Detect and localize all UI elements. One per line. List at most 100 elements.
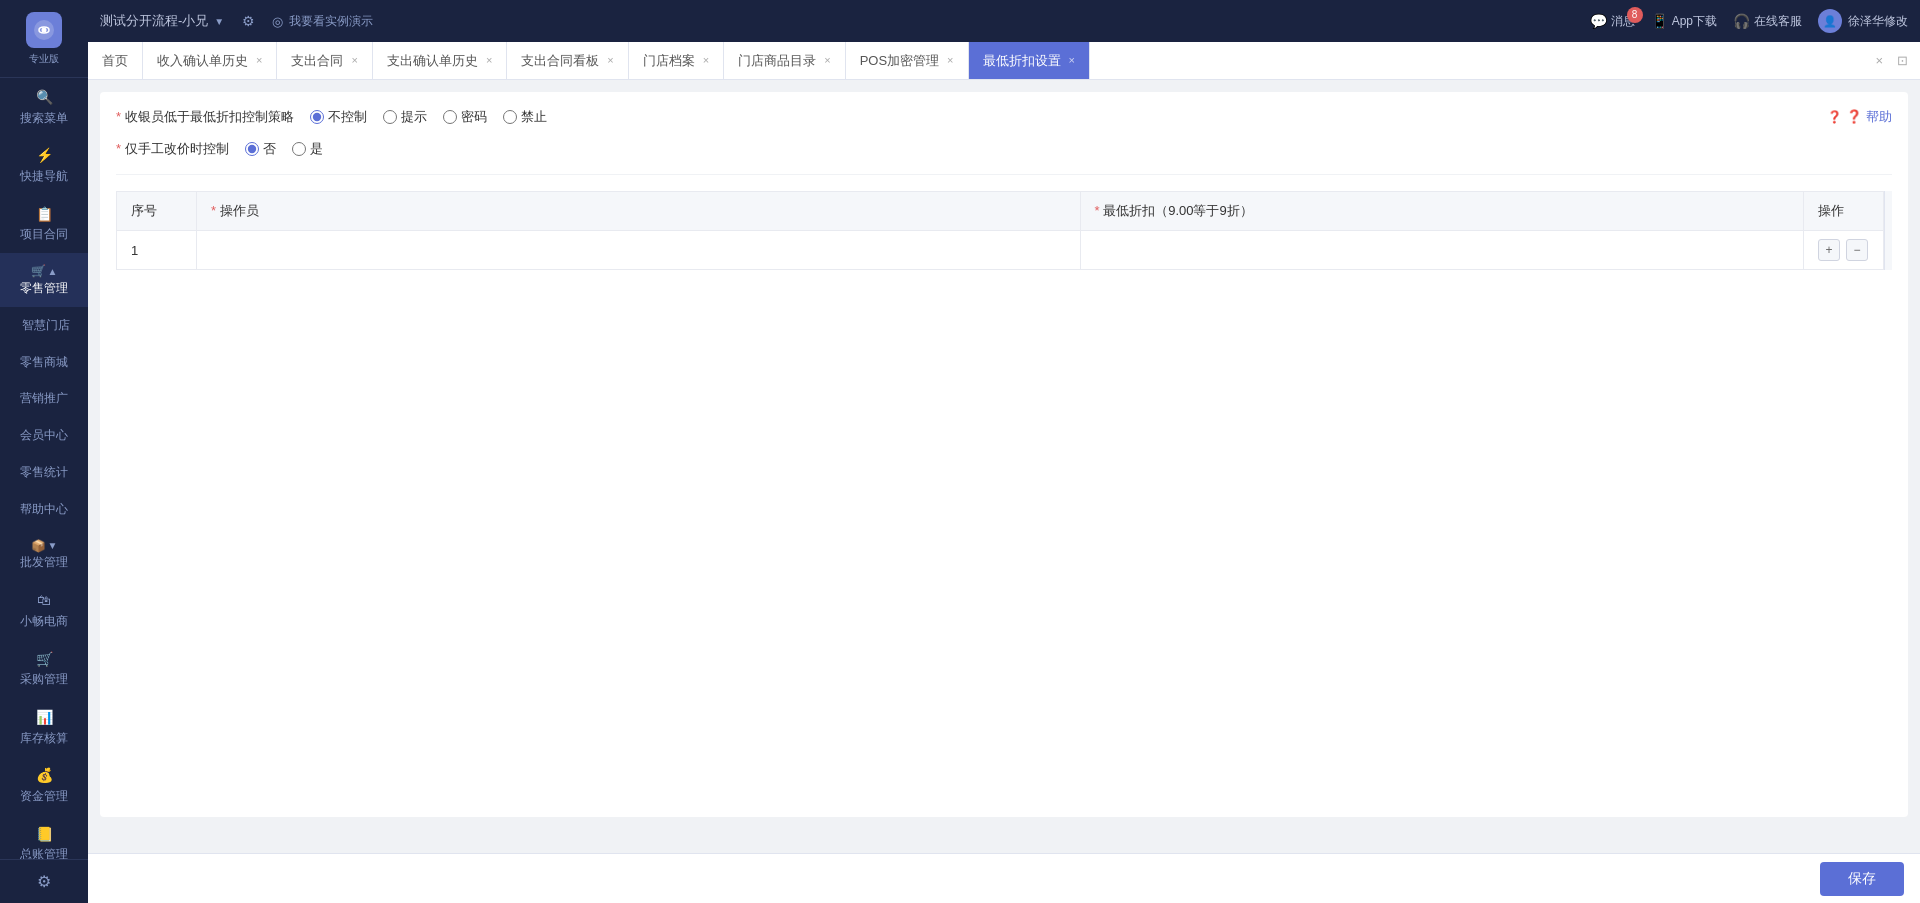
tab-payment-contract[interactable]: 支出合同 × (277, 42, 372, 79)
tab-close-icon[interactable]: × (607, 55, 613, 66)
sidebar-item-marketing[interactable]: 营销推广 (0, 380, 88, 417)
radio-tip[interactable] (383, 110, 397, 124)
table-container: 序号 操作员 * 最低折扣（9.00等于9折） 操作 (116, 191, 1892, 270)
gear-icon: ⚙ (242, 13, 255, 29)
message-icon: 💬 (1590, 13, 1607, 29)
sidebar-item-label: 总账管理 (20, 846, 68, 859)
sidebar-item-purchase[interactable]: 🛒 采购管理 (0, 640, 88, 698)
sidebar-item-online-store[interactable]: 零售商城 (0, 344, 88, 381)
operators-table: 序号 操作员 * 最低折扣（9.00等于9折） 操作 (116, 191, 1884, 270)
project-selector[interactable]: 测试分开流程-小兄 ▼ (100, 12, 224, 30)
option-no-control[interactable]: 不控制 (310, 108, 367, 126)
tab-close-icon[interactable]: × (486, 55, 492, 66)
tab-store-products[interactable]: 门店商品目录 × (724, 42, 845, 79)
user-menu[interactable]: 👤 徐泽华修改 (1818, 9, 1908, 33)
tab-label: 支出合同 (291, 52, 343, 70)
app-download-button[interactable]: 📱 App下载 (1651, 13, 1717, 30)
project-name: 测试分开流程-小兄 (100, 12, 208, 30)
sidebar-item-help[interactable]: 帮助中心 (0, 491, 88, 528)
message-button[interactable]: 💬 消息 8 (1590, 13, 1635, 30)
tab-close-all-button[interactable]: × (1871, 51, 1887, 70)
tab-close-icon[interactable]: × (1069, 55, 1075, 66)
radio-forbidden[interactable] (503, 110, 517, 124)
save-button[interactable]: 保存 (1820, 862, 1904, 896)
tab-payment-history[interactable]: 支出确认单历史 × (373, 42, 507, 79)
demo-button[interactable]: ◎ 我要看实例演示 (272, 13, 373, 30)
purchase-icon: 🛒 (36, 650, 53, 670)
table-wrapper: 序号 操作员 * 最低折扣（9.00等于9折） 操作 (116, 191, 1884, 270)
option-forbidden[interactable]: 禁止 (503, 108, 547, 126)
sidebar-item-ledger[interactable]: 📒 总账管理 (0, 815, 88, 859)
tab-label: 门店商品目录 (738, 52, 816, 70)
col-operator: 操作员 (197, 192, 1081, 231)
sidebar-item-ecommerce[interactable]: 🛍 小畅电商 (0, 581, 88, 639)
tab-close-icon[interactable]: × (824, 55, 830, 66)
radio-yes[interactable] (292, 142, 306, 156)
table-body: 1 (117, 231, 1884, 270)
tab-pos-manage[interactable]: POS加密管理 × (846, 42, 969, 79)
tabbar: 首页 收入确认单历史 × 支出合同 × 支出确认单历史 × 支出合同看板 × 门… (88, 42, 1920, 80)
radio-no-control[interactable] (310, 110, 324, 124)
delete-row-button[interactable]: − (1846, 239, 1868, 261)
radio-password[interactable] (443, 110, 457, 124)
sidebar-item-label: 采购管理 (20, 671, 68, 688)
option-yes[interactable]: 是 (292, 140, 323, 158)
option-label: 密码 (461, 108, 487, 126)
tab-close-icon[interactable]: × (947, 55, 953, 66)
discount-strategy-row: 收银员低于最低折扣控制策略 不控制 提示 密码 (116, 108, 1892, 126)
tab-close-icon[interactable]: × (256, 55, 262, 66)
tab-label: 支出合同看板 (521, 52, 599, 70)
sidebar-item-retail[interactable]: 🛒 ▲ 零售管理 (0, 253, 88, 307)
topbar: 测试分开流程-小兄 ▼ ⚙ ◎ 我要看实例演示 💬 消息 8 📱 App下载 🎧… (88, 0, 1920, 42)
sidebar-item-shortcut[interactable]: ⚡ 快捷导航 (0, 136, 88, 194)
col-actions: 操作 (1804, 192, 1884, 231)
sidebar: 专业版 🔍 搜索菜单 ⚡ 快捷导航 📋 项目合同 🛒 ▲ 零售管理 智慧门店 零… (0, 0, 88, 903)
settings-button[interactable]: ⚙ (37, 872, 51, 891)
sidebar-item-finance[interactable]: 💰 资金管理 (0, 756, 88, 814)
tab-min-discount[interactable]: 最低折扣设置 × (969, 42, 1090, 79)
option-tip[interactable]: 提示 (383, 108, 427, 126)
table-header: 序号 操作员 * 最低折扣（9.00等于9折） 操作 (117, 192, 1884, 231)
sidebar-item-retail-stat[interactable]: 零售统计 (0, 454, 88, 491)
add-row-button[interactable]: + (1818, 239, 1840, 261)
sidebar-item-wholesale[interactable]: 📦 ▼ 批发管理 (0, 528, 88, 582)
operator-input[interactable] (211, 243, 1066, 258)
min-discount-input[interactable] (1095, 243, 1790, 258)
table-row: 1 (117, 231, 1884, 270)
tab-label: 收入确认单历史 (157, 52, 248, 70)
cell-operator (197, 231, 1081, 270)
chevron-down-icon-wholesale: ▼ (48, 539, 58, 553)
tab-payment-board[interactable]: 支出合同看板 × (507, 42, 628, 79)
form-section: ❓ ❓ 帮助 收银员低于最低折扣控制策略 不控制 提示 (116, 108, 1892, 175)
sidebar-item-label: 搜索菜单 (20, 110, 68, 127)
discount-strategy-label: 收银员低于最低折扣控制策略 (116, 108, 294, 126)
sidebar-item-smart-store[interactable]: 智慧门店 (0, 307, 88, 344)
tab-label: 首页 (102, 52, 128, 70)
tab-close-icon[interactable]: × (703, 55, 709, 66)
radio-no[interactable] (245, 142, 259, 156)
sidebar-item-label: 项目合同 (20, 226, 68, 243)
topbar-settings-button[interactable]: ⚙ (236, 9, 260, 33)
sidebar-item-label: 批发管理 (20, 554, 68, 571)
cell-min-discount (1080, 231, 1804, 270)
col-min-discount-label: 最低折扣（9.00等于9折） (1103, 203, 1253, 218)
tab-income-history[interactable]: 收入确认单历史 × (143, 42, 277, 79)
option-password[interactable]: 密码 (443, 108, 487, 126)
sidebar-item-member[interactable]: 会员中心 (0, 417, 88, 454)
app-download-label: App下载 (1672, 13, 1717, 30)
tab-home[interactable]: 首页 (88, 42, 143, 79)
tab-label: 支出确认单历史 (387, 52, 478, 70)
sidebar-item-inventory[interactable]: 📊 库存核算 (0, 698, 88, 756)
tab-expand-button[interactable]: ⊡ (1893, 51, 1912, 70)
sidebar-item-project[interactable]: 📋 项目合同 (0, 195, 88, 253)
help-button[interactable]: ❓ ❓ 帮助 (1827, 108, 1892, 126)
option-label: 否 (263, 140, 276, 158)
tab-close-icon[interactable]: × (351, 55, 357, 66)
sidebar-item-search[interactable]: 🔍 搜索菜单 (0, 78, 88, 136)
tab-store-file[interactable]: 门店档案 × (629, 42, 724, 79)
col-seq-label: 序号 (131, 203, 157, 218)
col-seq: 序号 (117, 192, 197, 231)
tab-label: 最低折扣设置 (983, 52, 1061, 70)
option-no[interactable]: 否 (245, 140, 276, 158)
online-service-button[interactable]: 🎧 在线客服 (1733, 13, 1802, 30)
